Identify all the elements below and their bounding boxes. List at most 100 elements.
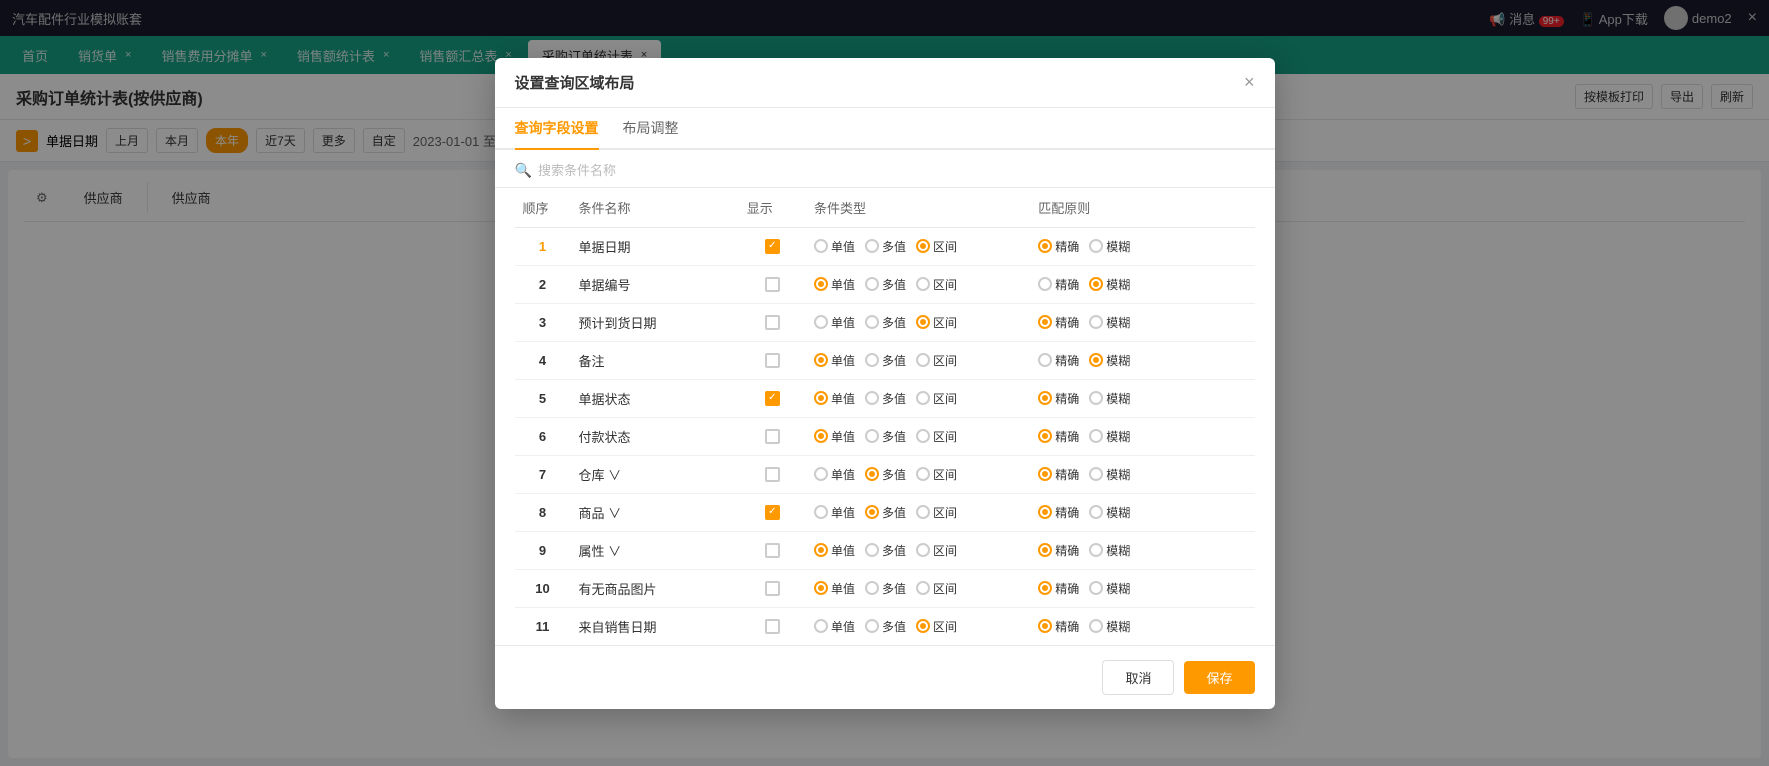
row-name-7: 仓库 ∨ (571, 455, 739, 493)
type-radio-单值-10[interactable]: 单值 (814, 580, 855, 597)
type-radio-单值-4[interactable]: 单值 (814, 352, 855, 369)
match-radio-精确-5[interactable]: 精确 (1038, 390, 1079, 407)
row-order-10: 10 (515, 569, 571, 607)
type-radio-多值-6[interactable]: 多值 (865, 428, 906, 445)
display-checkbox-9[interactable] (765, 543, 780, 558)
row-display-9[interactable] (739, 531, 806, 569)
match-radio-模糊-10[interactable]: 模糊 (1089, 580, 1130, 597)
match-radio-模糊-6[interactable]: 模糊 (1089, 428, 1130, 445)
type-radio-区间-10[interactable]: 区间 (916, 580, 957, 597)
match-radio-模糊-5[interactable]: 模糊 (1089, 390, 1130, 407)
type-radio-区间-4[interactable]: 区间 (916, 352, 957, 369)
match-radio-精确-1[interactable]: 精确 (1038, 238, 1079, 255)
row-type-6: 单值多值区间 (806, 417, 1030, 455)
match-radio-精确-2[interactable]: 精确 (1038, 276, 1079, 293)
match-radio-精确-6[interactable]: 精确 (1038, 428, 1079, 445)
match-radio-精确-9[interactable]: 精确 (1038, 542, 1079, 559)
match-radio-模糊-9[interactable]: 模糊 (1089, 542, 1130, 559)
cancel-button[interactable]: 取消 (1102, 660, 1174, 695)
search-input[interactable] (538, 163, 1255, 178)
match-radio-模糊-3[interactable]: 模糊 (1089, 314, 1130, 331)
match-radio-精确-7[interactable]: 精确 (1038, 466, 1079, 483)
display-checkbox-8[interactable] (765, 505, 780, 520)
match-radio-精确-10[interactable]: 精确 (1038, 580, 1079, 597)
type-radio-区间-5[interactable]: 区间 (916, 390, 957, 407)
th-name: 条件名称 (571, 188, 739, 228)
type-radio-多值-10[interactable]: 多值 (865, 580, 906, 597)
row-display-1[interactable] (739, 227, 806, 265)
row-display-10[interactable] (739, 569, 806, 607)
row-match-11: 精确模糊 (1030, 607, 1254, 645)
display-checkbox-4[interactable] (765, 353, 780, 368)
row-display-5[interactable] (739, 379, 806, 417)
tab-query-fields[interactable]: 查询字段设置 (515, 108, 599, 150)
dialog-overlay: 设置查询区域布局 × 查询字段设置 布局调整 🔍 顺序 条件名称 (0, 0, 1769, 766)
type-radio-多值-9[interactable]: 多值 (865, 542, 906, 559)
type-radio-单值-11[interactable]: 单值 (814, 618, 855, 635)
match-radio-精确-4[interactable]: 精确 (1038, 352, 1079, 369)
display-checkbox-11[interactable] (765, 619, 780, 634)
row-match-2: 精确模糊 (1030, 265, 1254, 303)
row-match-7: 精确模糊 (1030, 455, 1254, 493)
type-radio-多值-4[interactable]: 多值 (865, 352, 906, 369)
type-radio-多值-8[interactable]: 多值 (865, 504, 906, 521)
match-radio-模糊-1[interactable]: 模糊 (1089, 238, 1130, 255)
table-row: 3预计到货日期单值多值区间精确模糊 (515, 303, 1255, 341)
display-checkbox-6[interactable] (765, 429, 780, 444)
row-display-7[interactable] (739, 455, 806, 493)
tab-layout-adjust[interactable]: 布局调整 (623, 108, 679, 150)
save-button[interactable]: 保存 (1184, 661, 1254, 694)
dialog-close-button[interactable]: × (1244, 73, 1255, 91)
match-radio-精确-11[interactable]: 精确 (1038, 618, 1079, 635)
row-display-8[interactable] (739, 493, 806, 531)
row-match-8: 精确模糊 (1030, 493, 1254, 531)
type-radio-多值-2[interactable]: 多值 (865, 276, 906, 293)
display-checkbox-2[interactable] (765, 277, 780, 292)
display-checkbox-10[interactable] (765, 581, 780, 596)
row-name-3: 预计到货日期 (571, 303, 739, 341)
type-radio-多值-5[interactable]: 多值 (865, 390, 906, 407)
match-radio-模糊-2[interactable]: 模糊 (1089, 276, 1130, 293)
display-checkbox-7[interactable] (765, 467, 780, 482)
type-radio-多值-3[interactable]: 多值 (865, 314, 906, 331)
type-radio-单值-5[interactable]: 单值 (814, 390, 855, 407)
match-radio-模糊-8[interactable]: 模糊 (1089, 504, 1130, 521)
type-radio-单值-1[interactable]: 单值 (814, 238, 855, 255)
row-display-4[interactable] (739, 341, 806, 379)
type-radio-区间-7[interactable]: 区间 (916, 466, 957, 483)
type-radio-单值-2[interactable]: 单值 (814, 276, 855, 293)
match-radio-精确-3[interactable]: 精确 (1038, 314, 1079, 331)
match-radio-模糊-4[interactable]: 模糊 (1089, 352, 1130, 369)
type-radio-区间-1[interactable]: 区间 (916, 238, 957, 255)
display-checkbox-5[interactable] (765, 391, 780, 406)
dialog-table-wrapper: 顺序 条件名称 显示 条件类型 匹配原则 1单据日期单值多值区间精确模糊2单据编… (495, 188, 1275, 645)
type-radio-单值-7[interactable]: 单值 (814, 466, 855, 483)
type-radio-多值-7[interactable]: 多值 (865, 466, 906, 483)
match-radio-精确-8[interactable]: 精确 (1038, 504, 1079, 521)
row-display-2[interactable] (739, 265, 806, 303)
type-radio-区间-8[interactable]: 区间 (916, 504, 957, 521)
type-radio-多值-1[interactable]: 多值 (865, 238, 906, 255)
display-checkbox-3[interactable] (765, 315, 780, 330)
row-display-6[interactable] (739, 417, 806, 455)
match-radio-模糊-7[interactable]: 模糊 (1089, 466, 1130, 483)
type-radio-区间-6[interactable]: 区间 (916, 428, 957, 445)
type-radio-区间-2[interactable]: 区间 (916, 276, 957, 293)
row-display-11[interactable] (739, 607, 806, 645)
row-display-3[interactable] (739, 303, 806, 341)
match-radio-模糊-11[interactable]: 模糊 (1089, 618, 1130, 635)
table-row: 5单据状态单值多值区间精确模糊 (515, 379, 1255, 417)
row-type-11: 单值多值区间 (806, 607, 1030, 645)
display-checkbox-1[interactable] (765, 239, 780, 254)
dialog-footer: 取消 保存 (495, 645, 1275, 709)
type-radio-单值-6[interactable]: 单值 (814, 428, 855, 445)
type-radio-单值-9[interactable]: 单值 (814, 542, 855, 559)
type-radio-多值-11[interactable]: 多值 (865, 618, 906, 635)
type-radio-区间-11[interactable]: 区间 (916, 618, 957, 635)
type-radio-单值-8[interactable]: 单值 (814, 504, 855, 521)
type-radio-区间-3[interactable]: 区间 (916, 314, 957, 331)
row-name-5: 单据状态 (571, 379, 739, 417)
type-radio-区间-9[interactable]: 区间 (916, 542, 957, 559)
type-radio-单值-3[interactable]: 单值 (814, 314, 855, 331)
th-match: 匹配原则 (1030, 188, 1254, 228)
